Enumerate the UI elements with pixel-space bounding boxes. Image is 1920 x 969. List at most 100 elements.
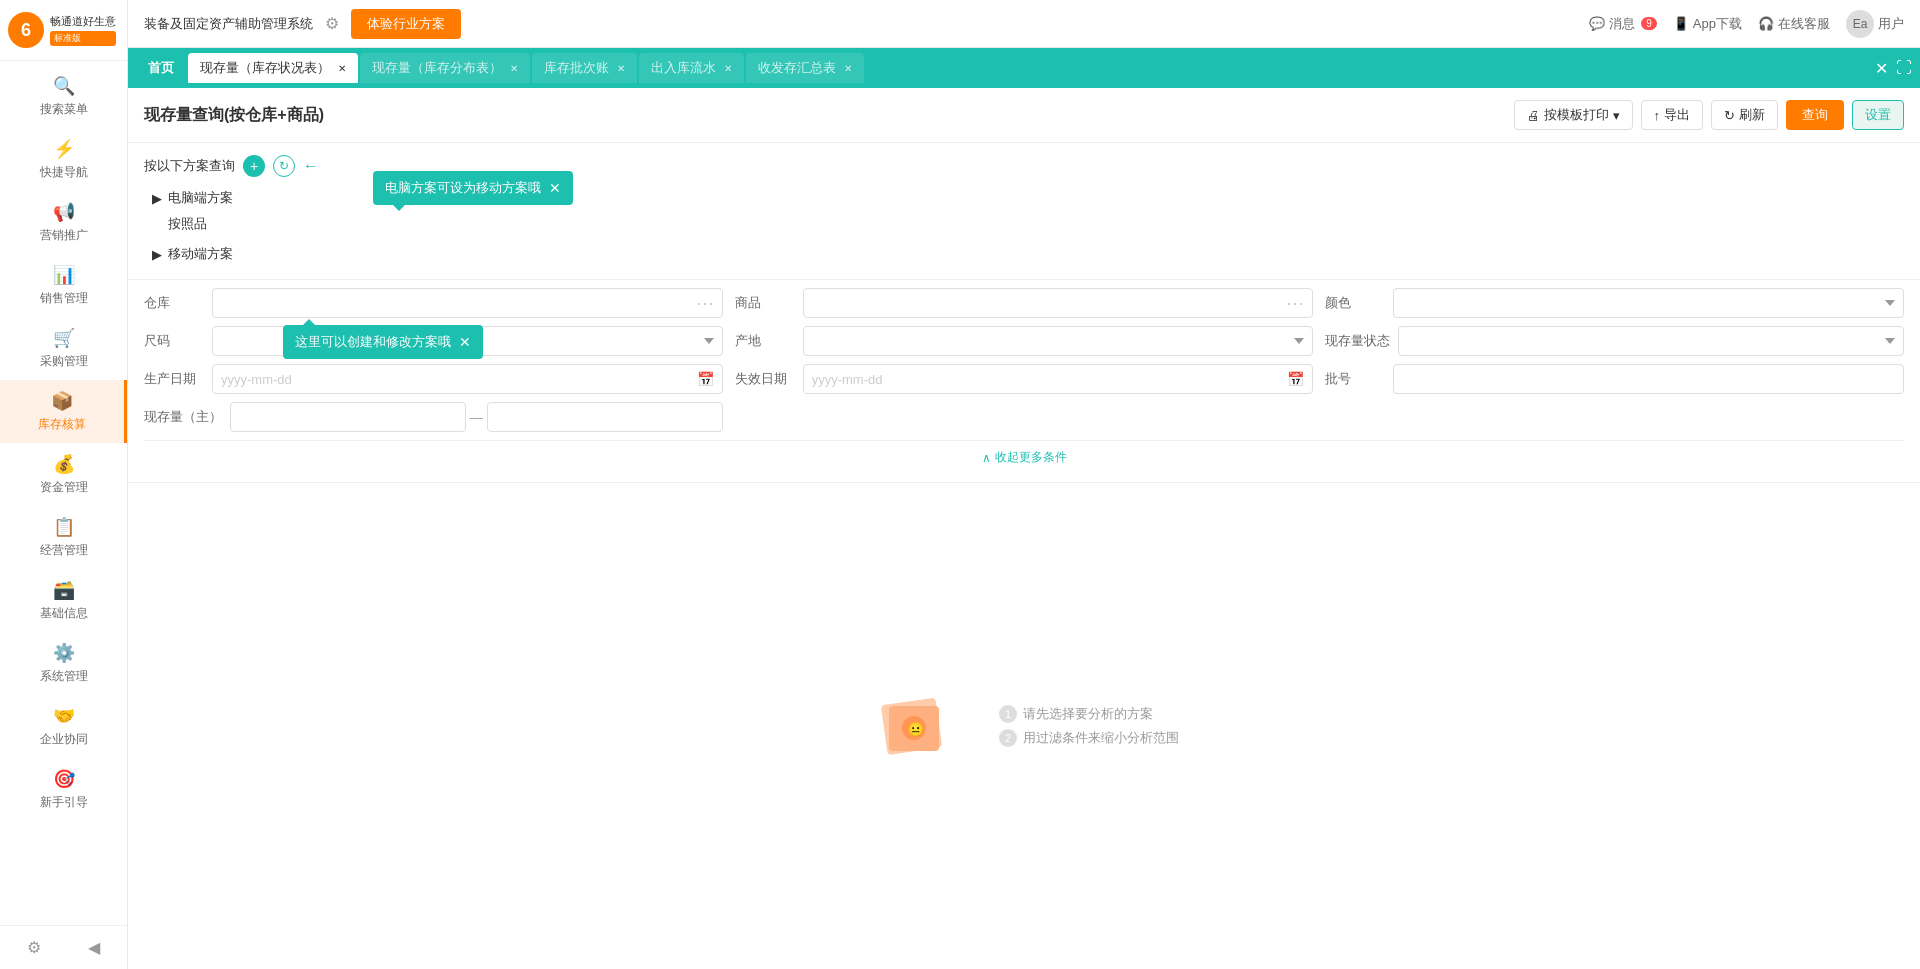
add-scheme-btn[interactable]: + xyxy=(243,155,265,177)
sidebar-item-label: 系统管理 xyxy=(40,668,88,685)
origin-label: 产地 xyxy=(735,332,795,350)
sidebar-item-sales[interactable]: 📊 销售管理 xyxy=(0,254,127,317)
finance-icon: 💰 xyxy=(53,453,75,475)
production-date-start[interactable]: yyyy-mm-dd 📅 xyxy=(212,364,723,394)
tab-close-all-btn[interactable]: ✕ xyxy=(1875,59,1888,78)
tip-num-2: 2 xyxy=(999,729,1017,747)
sidebar-item-label: 库存核算 xyxy=(38,416,86,433)
sidebar-item-guide[interactable]: 🎯 新手引导 xyxy=(0,758,127,821)
origin-select[interactable] xyxy=(803,326,1314,356)
export-btn[interactable]: ↑ 导出 xyxy=(1641,100,1704,130)
logo-text: 畅通道好生意 xyxy=(50,14,116,29)
avatar: Ea xyxy=(1846,10,1874,38)
sidebar-item-label: 销售管理 xyxy=(40,290,88,307)
message-label: 消息 xyxy=(1609,15,1635,33)
sidebar-item-enterprise[interactable]: 🤝 企业协同 xyxy=(0,695,127,758)
tab-batch-account[interactable]: 库存批次账 ✕ xyxy=(532,53,637,83)
tab-inventory-dist[interactable]: 现存量（库存分布表） ✕ xyxy=(360,53,530,83)
message-icon: 💬 xyxy=(1589,16,1605,31)
message-btn[interactable]: 💬 消息 9 xyxy=(1589,15,1657,33)
collapse-icon: ∧ xyxy=(982,451,991,465)
sidebar-item-system[interactable]: ⚙️ 系统管理 xyxy=(0,632,127,695)
stock-qty-max[interactable] xyxy=(487,402,723,432)
user-menu[interactable]: Ea 用户 xyxy=(1846,10,1904,38)
tab-close-inventory-status[interactable]: ✕ xyxy=(338,63,346,74)
topbar-settings-btn[interactable]: ⚙ xyxy=(325,14,339,33)
sidebar-item-label: 新手引导 xyxy=(40,794,88,811)
sidebar-item-label: 搜索菜单 xyxy=(40,101,88,118)
sidebar-item-label: 资金管理 xyxy=(40,479,88,496)
sidebar-item-finance[interactable]: 💰 资金管理 xyxy=(0,443,127,506)
system-icon: ⚙️ xyxy=(53,642,75,664)
stock-qty-min[interactable] xyxy=(230,402,466,432)
tab-close-batch-account[interactable]: ✕ xyxy=(617,63,625,74)
desktop-scheme-header[interactable]: ▶ 电脑端方案 xyxy=(144,185,304,211)
sidebar-item-inventory[interactable]: 📦 库存核算 xyxy=(0,380,127,443)
batch-number-label: 批号 xyxy=(1325,370,1385,388)
refresh-btn[interactable]: ↻ 刷新 xyxy=(1711,100,1778,130)
tab-collect-summary[interactable]: 收发存汇总表 ✕ xyxy=(746,53,864,83)
nav-icon: ⚡ xyxy=(53,138,75,160)
refresh-scheme-btn[interactable]: ↻ xyxy=(273,155,295,177)
page-header: 现存量查询(按仓库+商品) 🖨 按模板打印 ▾ ↑ 导出 ↻ 刷新 查询 设置 xyxy=(128,88,1920,143)
mobile-scheme-label: 移动端方案 xyxy=(168,245,233,263)
filter-rows: 仓库 ⋯ 商品 ⋯ 颜色 xyxy=(128,280,1920,483)
sidebar-item-search[interactable]: 🔍 搜索菜单 xyxy=(0,65,127,128)
desktop-scheme-item-by-product[interactable]: 按照品 xyxy=(144,211,304,237)
print-btn[interactable]: 🖨 按模板打印 ▾ xyxy=(1514,100,1633,130)
tab-inventory-status-label: 现存量（库存状况表） xyxy=(200,59,330,77)
app-download-btn[interactable]: 📱 App下载 xyxy=(1673,15,1742,33)
settings-footer-btn[interactable]: ⚙ xyxy=(27,938,41,957)
sidebar-item-label: 快捷导航 xyxy=(40,164,88,181)
product-input[interactable]: ⋯ xyxy=(803,288,1314,318)
collapse-bar: ∧ 收起更多条件 xyxy=(144,440,1904,474)
tooltip1-close-btn[interactable]: ✕ xyxy=(549,180,561,196)
field-stock-qty: 现存量（主） — xyxy=(144,402,723,432)
operations-icon: 📋 xyxy=(53,516,75,538)
tab-close-collect-summary[interactable]: ✕ xyxy=(844,63,852,74)
sidebar-item-marketing[interactable]: 📢 营销推广 xyxy=(0,191,127,254)
production-date-label: 生产日期 xyxy=(144,370,204,388)
page-title: 现存量查询(按仓库+商品) xyxy=(144,105,324,126)
tabbar: 首页 现存量（库存状况表） ✕ 现存量（库存分布表） ✕ 库存批次账 ✕ 出入库… xyxy=(128,48,1920,88)
tab-close-inventory-dist[interactable]: ✕ xyxy=(510,63,518,74)
product-label: 商品 xyxy=(735,294,795,312)
sidebar-item-operations[interactable]: 📋 经营管理 xyxy=(0,506,127,569)
collapse-sidebar-btn[interactable]: ◀ xyxy=(88,938,100,957)
tab-home[interactable]: 首页 xyxy=(136,53,186,83)
batch-number-input[interactable] xyxy=(1393,364,1904,394)
tab-inout-flow[interactable]: 出入库流水 ✕ xyxy=(639,53,744,83)
tooltip-create-scheme: 这里可以创建和修改方案哦 ✕ xyxy=(283,325,483,359)
field-production-date: 生产日期 yyyy-mm-dd 📅 xyxy=(144,364,723,394)
refresh-icon: ↻ xyxy=(1724,108,1735,123)
stock-status-select[interactable] xyxy=(1398,326,1904,356)
user-name: 用户 xyxy=(1878,15,1904,33)
color-select[interactable] xyxy=(1393,288,1904,318)
industry-plan-btn[interactable]: 体验行业方案 xyxy=(351,9,461,39)
sidebar-item-nav[interactable]: ⚡ 快捷导航 xyxy=(0,128,127,191)
collapse-btn[interactable]: ∧ 收起更多条件 xyxy=(982,449,1067,466)
enterprise-icon: 🤝 xyxy=(53,705,75,727)
tab-inventory-status[interactable]: 现存量（库存状况表） ✕ xyxy=(188,53,358,83)
size-label: 尺码 xyxy=(144,332,204,350)
setting-btn[interactable]: 设置 xyxy=(1852,100,1904,130)
warehouse-dots-icon: ⋯ xyxy=(696,292,714,314)
tooltip2-close-btn[interactable]: ✕ xyxy=(459,334,471,350)
tab-fullscreen-btn[interactable]: ⛶ xyxy=(1896,59,1912,77)
tooltip-desktop-scheme: 电脑方案可设为移动方案哦 ✕ xyxy=(373,171,573,205)
search-btn[interactable]: 查询 xyxy=(1786,100,1844,130)
warehouse-input[interactable]: ⋯ xyxy=(212,288,723,318)
tab-close-inout-flow[interactable]: ✕ xyxy=(724,63,732,74)
online-support-btn[interactable]: 🎧 在线客服 xyxy=(1758,15,1830,33)
sidebar-item-basic[interactable]: 🗃️ 基础信息 xyxy=(0,569,127,632)
tooltip2-text: 这里可以创建和修改方案哦 xyxy=(295,333,451,351)
range-separator: — xyxy=(470,410,483,425)
back-btn[interactable]: ← xyxy=(303,157,319,175)
empty-illustration: 😐 xyxy=(869,681,959,771)
mobile-expand-icon: ▶ xyxy=(152,247,162,262)
sidebar-item-label: 采购管理 xyxy=(40,353,88,370)
expiry-date-start[interactable]: yyyy-mm-dd 📅 xyxy=(803,364,1314,394)
mobile-scheme-header[interactable]: ▶ 移动端方案 xyxy=(144,241,1904,267)
desktop-scheme-label: 电脑端方案 xyxy=(168,189,233,207)
sidebar-item-purchase[interactable]: 🛒 采购管理 xyxy=(0,317,127,380)
